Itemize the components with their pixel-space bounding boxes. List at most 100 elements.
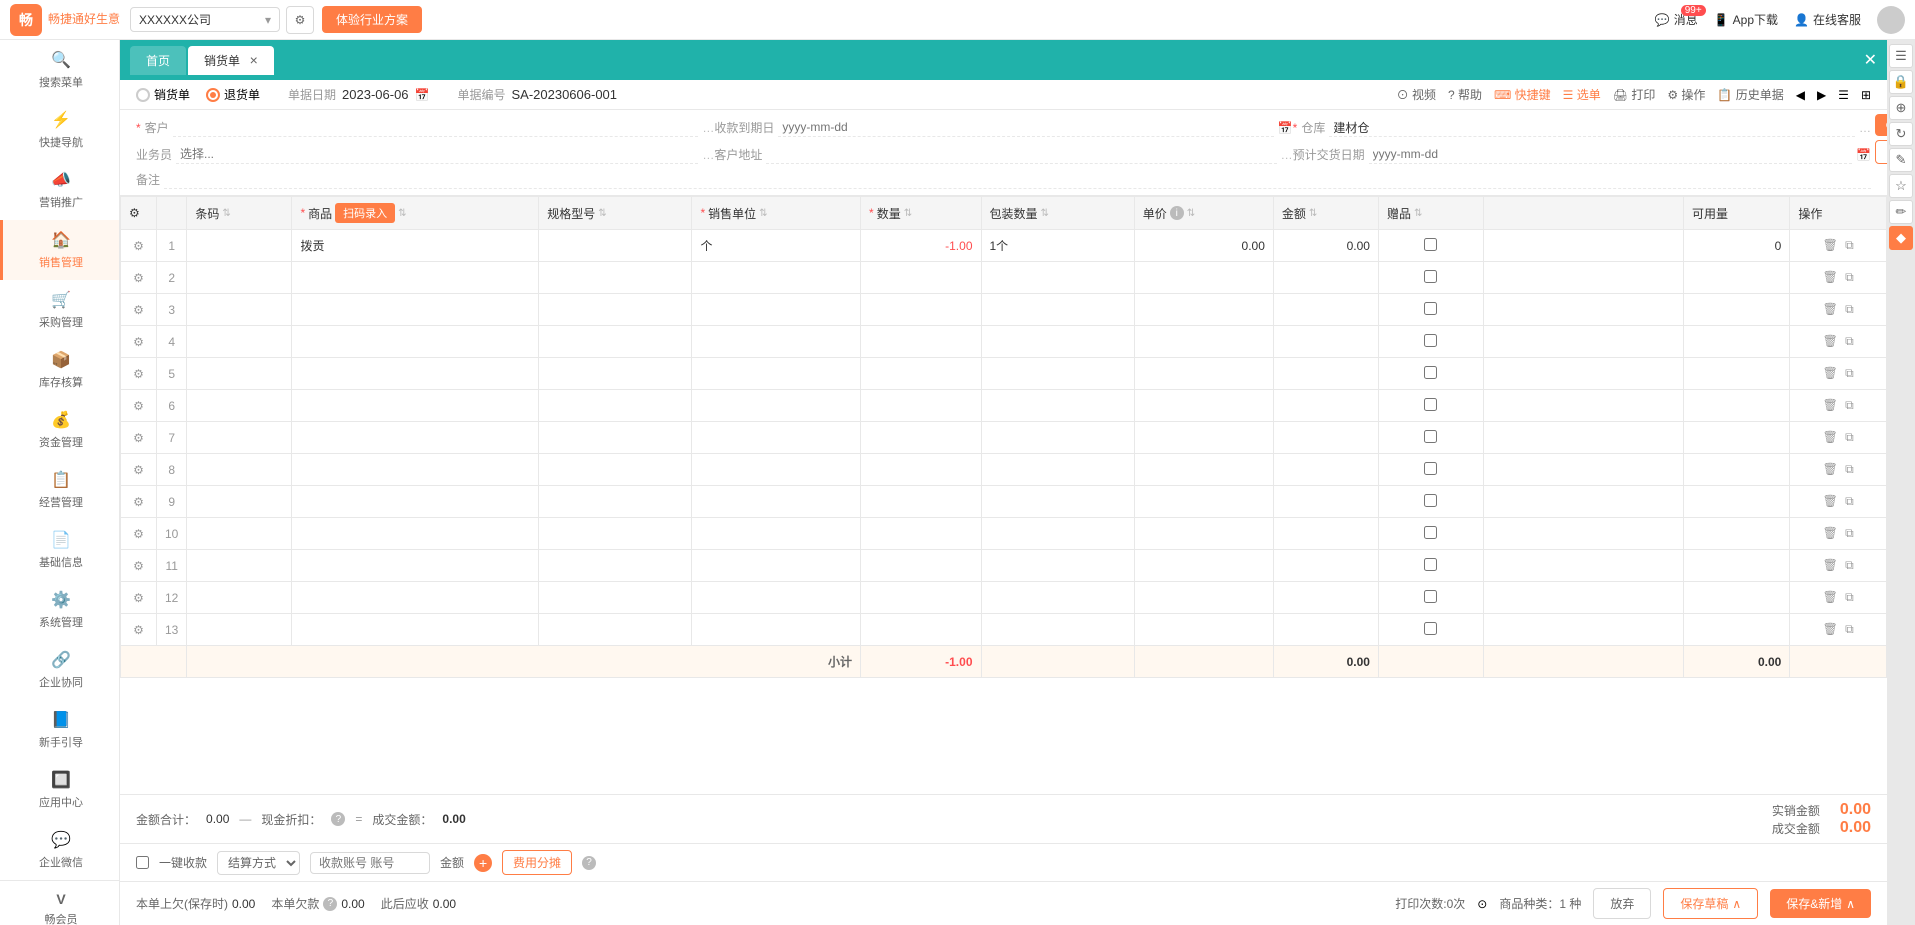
- cell-unit[interactable]: [692, 550, 861, 582]
- delete-icon[interactable]: 🗑: [1823, 398, 1838, 412]
- cell-spec[interactable]: [539, 230, 692, 262]
- radio-return-order[interactable]: 退货单: [206, 86, 260, 103]
- cell-amount[interactable]: [1273, 518, 1378, 550]
- copy-icon[interactable]: ⧉: [1845, 238, 1854, 252]
- cell-spec[interactable]: [539, 262, 692, 294]
- cell-pkg-qty[interactable]: [981, 294, 1134, 326]
- cell-qty[interactable]: [861, 582, 981, 614]
- cell-barcode[interactable]: [187, 358, 292, 390]
- cell-spec[interactable]: [539, 486, 692, 518]
- cell-price[interactable]: [1134, 486, 1273, 518]
- cell-barcode[interactable]: [187, 614, 292, 646]
- tool-orange-icon[interactable]: ◆: [1889, 226, 1913, 250]
- cell-gift[interactable]: [1378, 518, 1483, 550]
- cell-gift[interactable]: [1378, 390, 1483, 422]
- cell-pkg-qty[interactable]: [981, 518, 1134, 550]
- address-more-icon[interactable]: …: [1281, 148, 1293, 162]
- company-selector[interactable]: XXXXXX公司 ▾: [130, 7, 280, 32]
- sidebar-item-member[interactable]: V 畅会员: [0, 881, 119, 925]
- cell-qty[interactable]: [861, 390, 981, 422]
- cell-spec[interactable]: [539, 582, 692, 614]
- copy-icon[interactable]: ⧉: [1845, 430, 1854, 444]
- tool-edit-icon[interactable]: ✎: [1889, 148, 1913, 172]
- sort-spec-icon[interactable]: ⇅: [598, 208, 606, 219]
- cell-qty[interactable]: [861, 518, 981, 550]
- cell-product[interactable]: [292, 326, 539, 358]
- customer-more-icon[interactable]: …: [702, 121, 714, 135]
- cell-gift[interactable]: [1378, 454, 1483, 486]
- delete-icon[interactable]: 🗑: [1823, 526, 1838, 540]
- sort-qty-icon[interactable]: ⇅: [904, 208, 912, 219]
- cell-gift[interactable]: [1378, 486, 1483, 518]
- delete-icon[interactable]: 🗑: [1823, 366, 1838, 380]
- save-new-button[interactable]: 保存&新增 ∧: [1770, 889, 1871, 918]
- sidebar-item-operations[interactable]: 📋 经营管理: [0, 460, 119, 520]
- cell-qty[interactable]: [861, 454, 981, 486]
- sidebar-item-sales[interactable]: 🏠 销售管理: [0, 220, 119, 280]
- sidebar-item-quicknav[interactable]: ⚡ 快捷导航: [0, 100, 119, 160]
- settings-form-btn[interactable]: ⊙ 设置: [1875, 114, 1887, 136]
- app-download-btn[interactable]: 📱 App下载: [1714, 11, 1778, 28]
- cell-qty[interactable]: [861, 326, 981, 358]
- delete-icon[interactable]: 🗑: [1823, 270, 1838, 284]
- select-link[interactable]: ☰ 选单: [1563, 86, 1601, 103]
- radio-sales-order[interactable]: 销货单: [136, 86, 190, 103]
- sort-gift-icon[interactable]: ⇅: [1414, 208, 1422, 219]
- tool-pencil-icon[interactable]: ✏: [1889, 200, 1913, 224]
- sidebar-item-system[interactable]: ⚙️ 系统管理: [0, 580, 119, 640]
- calendar-icon[interactable]: 📅: [415, 88, 430, 102]
- cell-barcode[interactable]: [187, 262, 292, 294]
- settings-icon-btn[interactable]: ⚙: [286, 6, 314, 34]
- sort-amount-icon[interactable]: ⇅: [1309, 208, 1317, 219]
- cell-price[interactable]: [1134, 614, 1273, 646]
- cell-spec[interactable]: [539, 454, 692, 486]
- cell-price[interactable]: [1134, 454, 1273, 486]
- price-info-icon[interactable]: i: [1170, 206, 1184, 220]
- copy-icon[interactable]: ⧉: [1845, 558, 1854, 572]
- cell-amount[interactable]: [1273, 390, 1378, 422]
- cell-spec[interactable]: [539, 358, 692, 390]
- sidebar-item-marketing[interactable]: 📣 营销推广: [0, 160, 119, 220]
- cell-pkg-qty[interactable]: [981, 326, 1134, 358]
- delete-icon[interactable]: 🗑: [1823, 622, 1838, 636]
- cell-product[interactable]: [292, 486, 539, 518]
- copy-icon[interactable]: ⧉: [1845, 622, 1854, 636]
- cell-pkg-qty[interactable]: [981, 454, 1134, 486]
- cell-amount[interactable]: [1273, 358, 1378, 390]
- cell-spec[interactable]: [539, 390, 692, 422]
- expense-info-icon[interactable]: ?: [582, 856, 596, 870]
- expected-date-calendar-icon[interactable]: 📅: [1856, 148, 1871, 162]
- trial-button[interactable]: 体验行业方案: [322, 6, 422, 33]
- copy-icon[interactable]: ⧉: [1845, 462, 1854, 476]
- cell-amount[interactable]: [1273, 550, 1378, 582]
- cell-barcode[interactable]: [187, 294, 292, 326]
- salesperson-more-icon[interactable]: …: [702, 148, 714, 162]
- online-service-btn[interactable]: 👤 在线客服: [1794, 11, 1861, 28]
- cell-pkg-qty[interactable]: [981, 550, 1134, 582]
- sidebar-item-finance[interactable]: 💰 资金管理: [0, 400, 119, 460]
- copy-icon[interactable]: ⧉: [1845, 366, 1854, 380]
- cell-price[interactable]: [1134, 518, 1273, 550]
- cell-pkg-qty[interactable]: [981, 422, 1134, 454]
- cell-spec[interactable]: [539, 550, 692, 582]
- sort-product-icon[interactable]: ⇅: [398, 208, 406, 219]
- cell-product[interactable]: [292, 614, 539, 646]
- cell-unit[interactable]: [692, 294, 861, 326]
- cell-qty[interactable]: [861, 614, 981, 646]
- sidebar-item-basics[interactable]: 📄 基础信息: [0, 520, 119, 580]
- cell-price[interactable]: [1134, 262, 1273, 294]
- warehouse-more-icon[interactable]: …: [1859, 121, 1871, 135]
- grid-view-icon[interactable]: ⊞: [1861, 88, 1871, 102]
- customer-address-input[interactable]: [766, 145, 1276, 164]
- cell-product[interactable]: [292, 518, 539, 550]
- cell-amount[interactable]: 0.00: [1273, 230, 1378, 262]
- copy-icon[interactable]: ⧉: [1845, 398, 1854, 412]
- cell-price[interactable]: [1134, 390, 1273, 422]
- cell-price[interactable]: [1134, 550, 1273, 582]
- remark-input[interactable]: [164, 170, 1871, 189]
- customer-input[interactable]: [173, 118, 699, 137]
- delete-icon[interactable]: 🗑: [1823, 494, 1838, 508]
- cell-pkg-qty[interactable]: [981, 486, 1134, 518]
- tab-expand-icon[interactable]: ✕: [1864, 50, 1877, 70]
- cell-amount[interactable]: [1273, 262, 1378, 294]
